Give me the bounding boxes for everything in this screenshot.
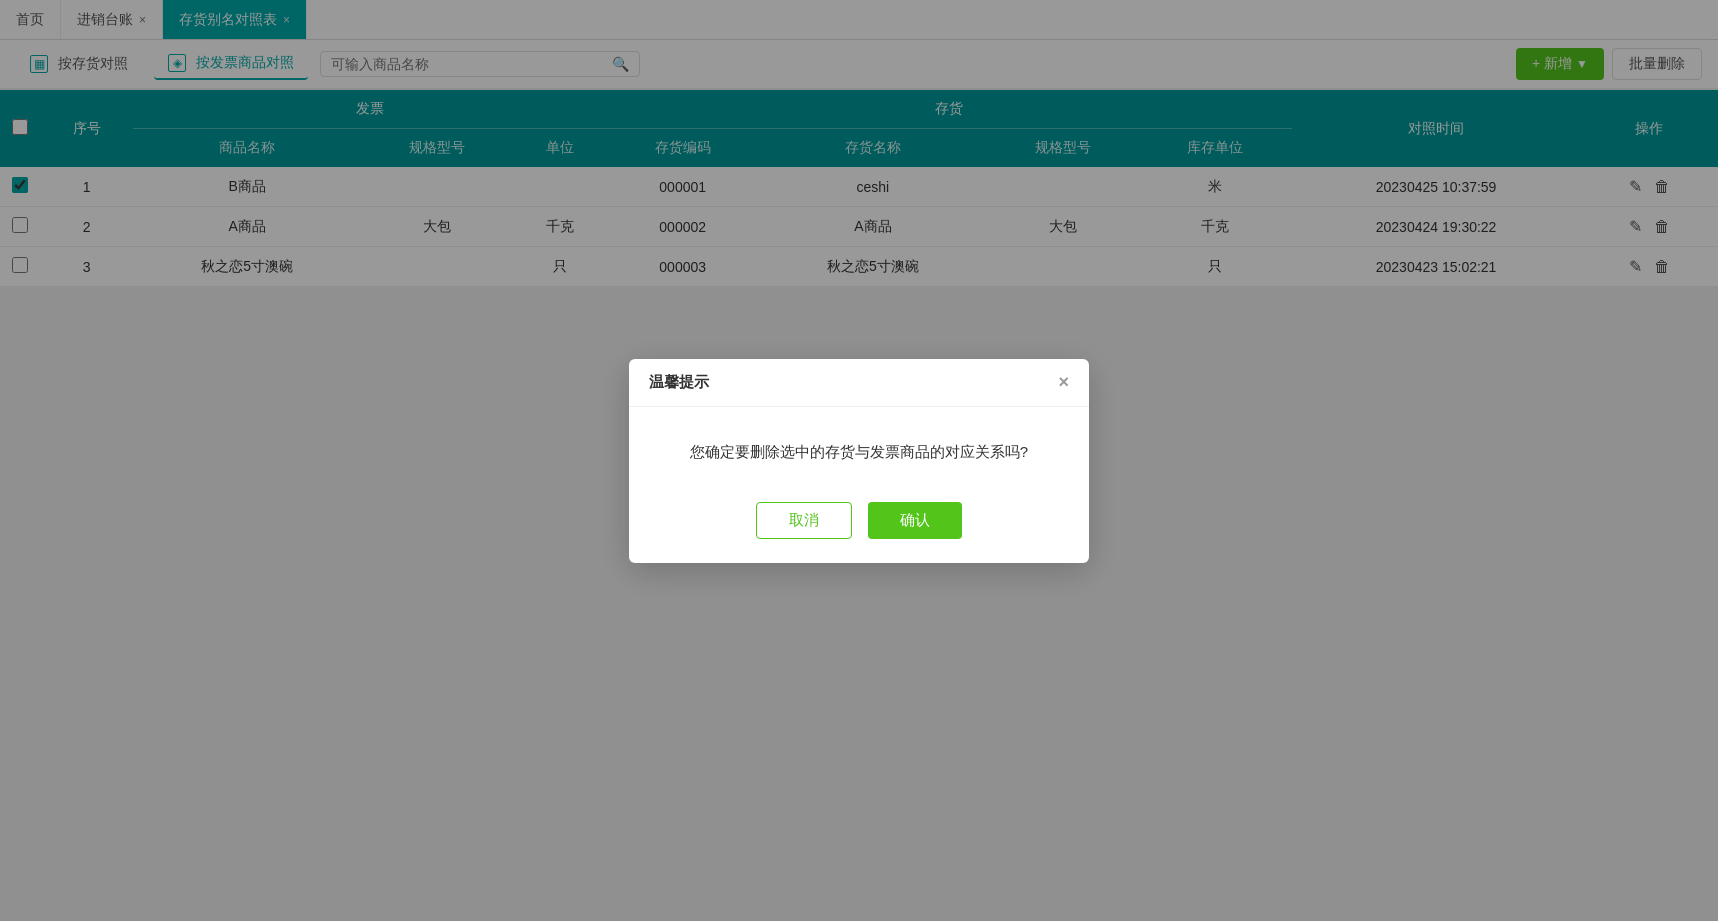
overlay: 温馨提示 × 您确定要删除选中的存货与发票商品的对应关系吗? 取消 确认 — [0, 0, 1718, 287]
